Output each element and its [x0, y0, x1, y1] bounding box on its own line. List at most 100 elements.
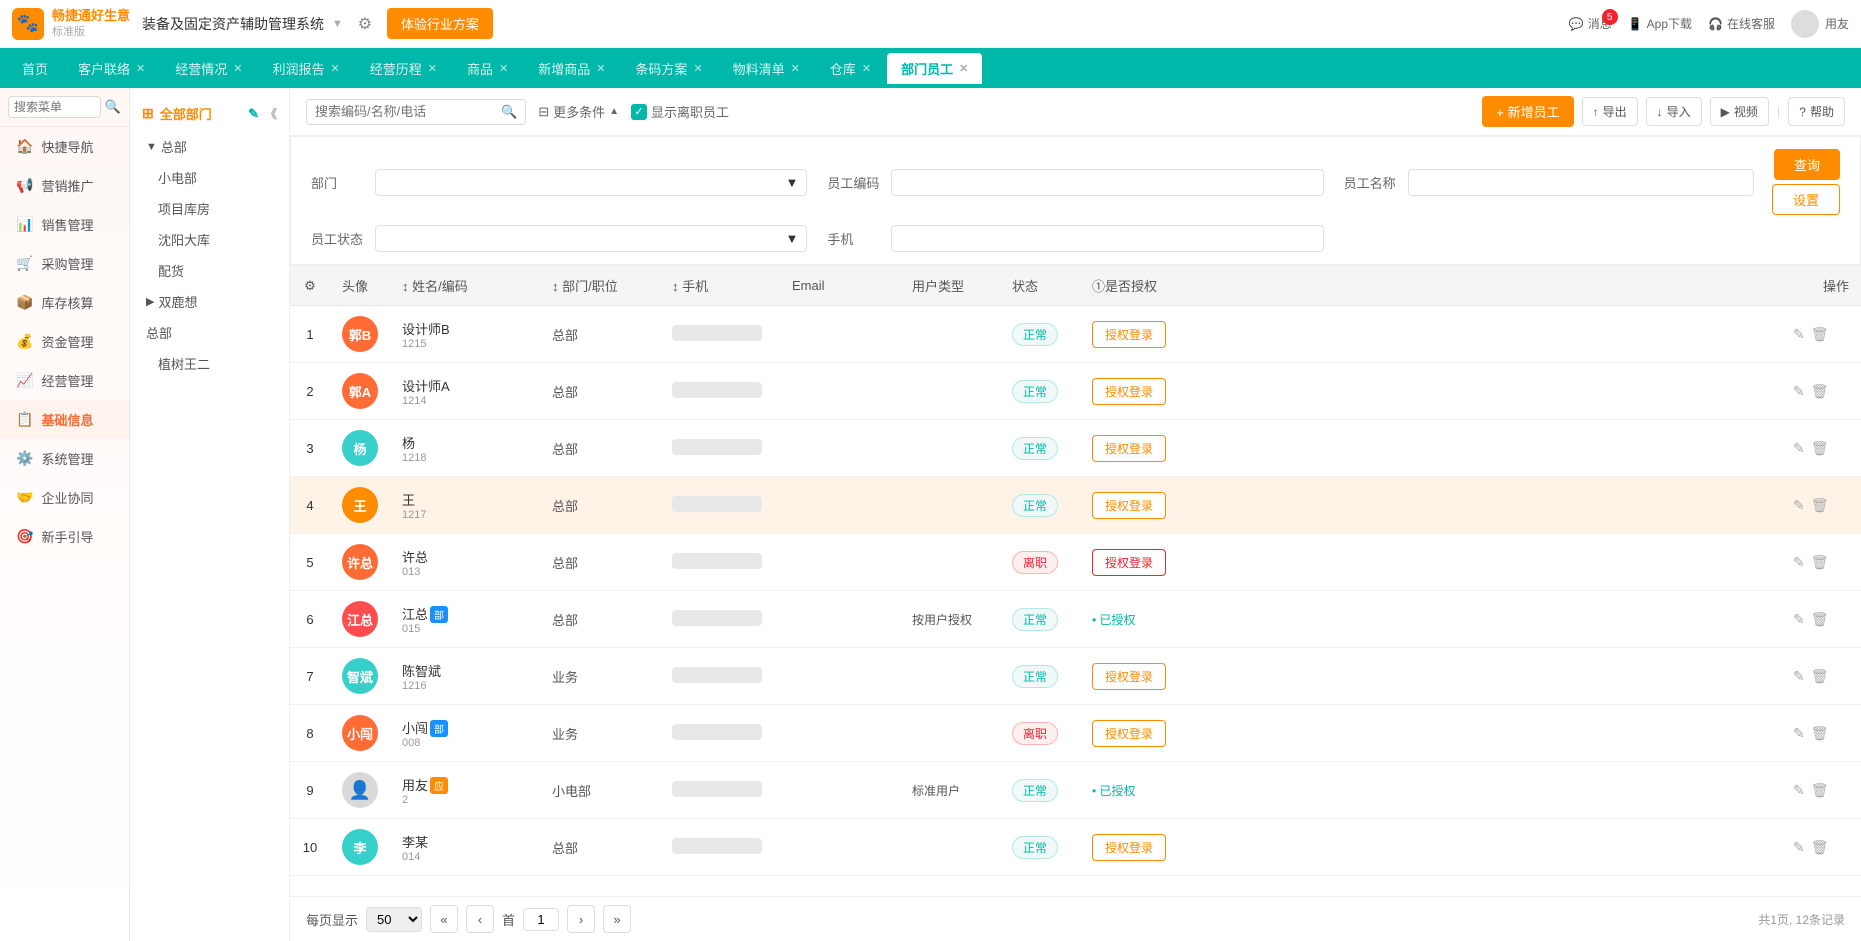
tab-bom[interactable]: 物料清单 ✕: [719, 53, 814, 84]
tab-close-customer[interactable]: ✕: [136, 62, 145, 75]
tab-customer[interactable]: 客户联络 ✕: [64, 53, 159, 84]
dept-item-zongbu-parent[interactable]: ▼ 总部: [130, 131, 289, 162]
tab-goods[interactable]: 商品 ✕: [453, 53, 522, 84]
settings-icon[interactable]: ⚙: [351, 10, 379, 38]
auth-login-btn[interactable]: 授权登录: [1092, 663, 1166, 690]
tab-profit[interactable]: 利润报告 ✕: [258, 53, 353, 84]
delete-icon[interactable]: 🗑: [1811, 497, 1829, 514]
edit-icon[interactable]: ✎: [1793, 725, 1805, 742]
app-download-button[interactable]: 📱 App下载: [1628, 15, 1692, 32]
dept-item-zongbu2[interactable]: 总部: [130, 317, 289, 348]
col-dept[interactable]: ↕ 部门/职位: [540, 266, 660, 306]
delete-icon[interactable]: 🗑: [1811, 839, 1829, 856]
tab-close-profit[interactable]: ✕: [331, 62, 340, 75]
emp-name-input[interactable]: [1408, 169, 1754, 196]
tab-close-new-goods[interactable]: ✕: [596, 62, 605, 75]
phone-input[interactable]: [891, 225, 1323, 252]
dept-item-zhishu[interactable]: 植树王二: [130, 348, 289, 379]
edit-icon[interactable]: ✎: [1793, 611, 1805, 628]
next-page-btn[interactable]: ›: [567, 905, 595, 933]
dept-select[interactable]: ▼: [375, 169, 807, 196]
system-dropdown-arrow[interactable]: ▼: [332, 18, 343, 30]
emp-status-select[interactable]: ▼: [375, 225, 807, 252]
sidebar-item-basic-info[interactable]: 📋 基础信息: [0, 400, 129, 439]
tab-close-employee[interactable]: ✕: [959, 62, 968, 75]
tab-close-goods[interactable]: ✕: [499, 62, 508, 75]
delete-icon[interactable]: 🗑: [1811, 611, 1829, 628]
search-input[interactable]: [315, 104, 495, 119]
auth-login-btn[interactable]: 授权登录: [1092, 720, 1166, 747]
tab-home[interactable]: 首页: [8, 53, 62, 84]
sidebar-search-icon[interactable]: 🔍: [105, 99, 121, 115]
col-phone[interactable]: ↕ 手机: [660, 266, 780, 306]
delete-icon[interactable]: 🗑: [1811, 326, 1829, 343]
sidebar-item-system[interactable]: ⚙️ 系统管理: [0, 439, 129, 478]
query-button[interactable]: 查询: [1774, 149, 1840, 180]
delete-icon[interactable]: 🗑: [1811, 383, 1829, 400]
dept-item-xiangmu[interactable]: 项目库房: [130, 193, 289, 224]
sidebar-search-input[interactable]: [8, 96, 101, 118]
tab-close-barcode[interactable]: ✕: [693, 62, 702, 75]
dept-item-xiaodian[interactable]: 小电部: [130, 162, 289, 193]
sidebar-item-purchase[interactable]: 🛒 采购管理: [0, 244, 129, 283]
sidebar-item-finance[interactable]: 💰 资金管理: [0, 322, 129, 361]
per-page-select[interactable]: 50 100: [366, 907, 422, 932]
sidebar-item-sales[interactable]: 📊 销售管理: [0, 205, 129, 244]
sidebar-item-guide[interactable]: 🎯 新手引导: [0, 517, 129, 556]
edit-icon[interactable]: ✎: [1793, 497, 1805, 514]
auth-login-btn[interactable]: 授权登录: [1092, 834, 1166, 861]
tab-barcode[interactable]: 条码方案 ✕: [621, 53, 716, 84]
edit-icon[interactable]: ✎: [1793, 839, 1805, 856]
sidebar-item-quick-nav[interactable]: 🏠 快捷导航: [0, 127, 129, 166]
auth-login-btn[interactable]: 授权登录: [1092, 435, 1166, 462]
search-icon[interactable]: 🔍: [501, 104, 517, 120]
edit-icon[interactable]: ✎: [1793, 554, 1805, 571]
dept-item-shenyang[interactable]: 沈阳大库: [130, 224, 289, 255]
export-button[interactable]: ↑ 导出: [1582, 97, 1638, 126]
dept-item-peihuo[interactable]: 配货: [130, 255, 289, 286]
tab-close-bom[interactable]: ✕: [791, 62, 800, 75]
sidebar-item-operations[interactable]: 📈 经营管理: [0, 361, 129, 400]
tab-employee[interactable]: 部门员工 ✕: [887, 53, 982, 84]
last-page-btn[interactable]: »: [603, 905, 631, 933]
show-resigned-toggle[interactable]: ✓ 显示离职员工: [631, 102, 729, 121]
delete-icon[interactable]: 🗑: [1811, 554, 1829, 571]
edit-icon[interactable]: ✎: [1793, 440, 1805, 457]
dept-item-shuanglu[interactable]: ▶ 双鹿想: [130, 286, 289, 317]
edit-icon[interactable]: ✎: [1793, 782, 1805, 799]
tab-history[interactable]: 经营历程 ✕: [356, 53, 451, 84]
col-settings[interactable]: ⚙: [290, 266, 330, 306]
delete-icon[interactable]: 🗑: [1811, 725, 1829, 742]
help-button[interactable]: ? 帮助: [1788, 97, 1845, 126]
edit-icon[interactable]: ✎: [1793, 668, 1805, 685]
add-employee-button[interactable]: + 新增员工: [1482, 96, 1573, 127]
import-button[interactable]: ↓ 导入: [1646, 97, 1702, 126]
tab-warehouse[interactable]: 仓库 ✕: [816, 53, 885, 84]
edit-icon[interactable]: ✎: [1793, 383, 1805, 400]
emp-code-input[interactable]: [891, 169, 1323, 196]
tab-close-warehouse[interactable]: ✕: [862, 62, 871, 75]
sidebar-item-marketing[interactable]: 📢 营销推广: [0, 166, 129, 205]
sidebar-item-inventory[interactable]: 📦 库存核算: [0, 283, 129, 322]
tab-operations[interactable]: 经营情况 ✕: [161, 53, 256, 84]
tab-close-history[interactable]: ✕: [428, 62, 437, 75]
messages-button[interactable]: 💬 消息 5: [1569, 15, 1612, 32]
auth-login-btn[interactable]: 授权登录: [1092, 378, 1166, 405]
edit-icon[interactable]: ✎: [1793, 326, 1805, 343]
dept-collapse-icon[interactable]: 《: [265, 105, 277, 122]
delete-icon[interactable]: 🗑: [1811, 440, 1829, 457]
first-page-btn[interactable]: «: [430, 905, 458, 933]
dept-all-item[interactable]: ⊞ 全部部门 ✎ 《: [130, 96, 289, 131]
auth-login-btn[interactable]: 授权登录: [1092, 549, 1166, 576]
online-service-button[interactable]: 🎧 在线客服: [1708, 15, 1775, 32]
set-button[interactable]: 设置: [1772, 184, 1840, 215]
tab-new-goods[interactable]: 新增商品 ✕: [524, 53, 619, 84]
col-name[interactable]: ↕ 姓名/编码: [390, 266, 540, 306]
prev-page-btn[interactable]: ‹: [466, 905, 494, 933]
auth-login-btn[interactable]: 授权登录: [1092, 492, 1166, 519]
tab-close-operations[interactable]: ✕: [233, 62, 242, 75]
sidebar-item-collab[interactable]: 🤝 企业协同: [0, 478, 129, 517]
view-button[interactable]: ▶ 视频: [1710, 97, 1769, 126]
delete-icon[interactable]: 🗑: [1811, 668, 1829, 685]
user-area[interactable]: 用友: [1791, 10, 1849, 38]
